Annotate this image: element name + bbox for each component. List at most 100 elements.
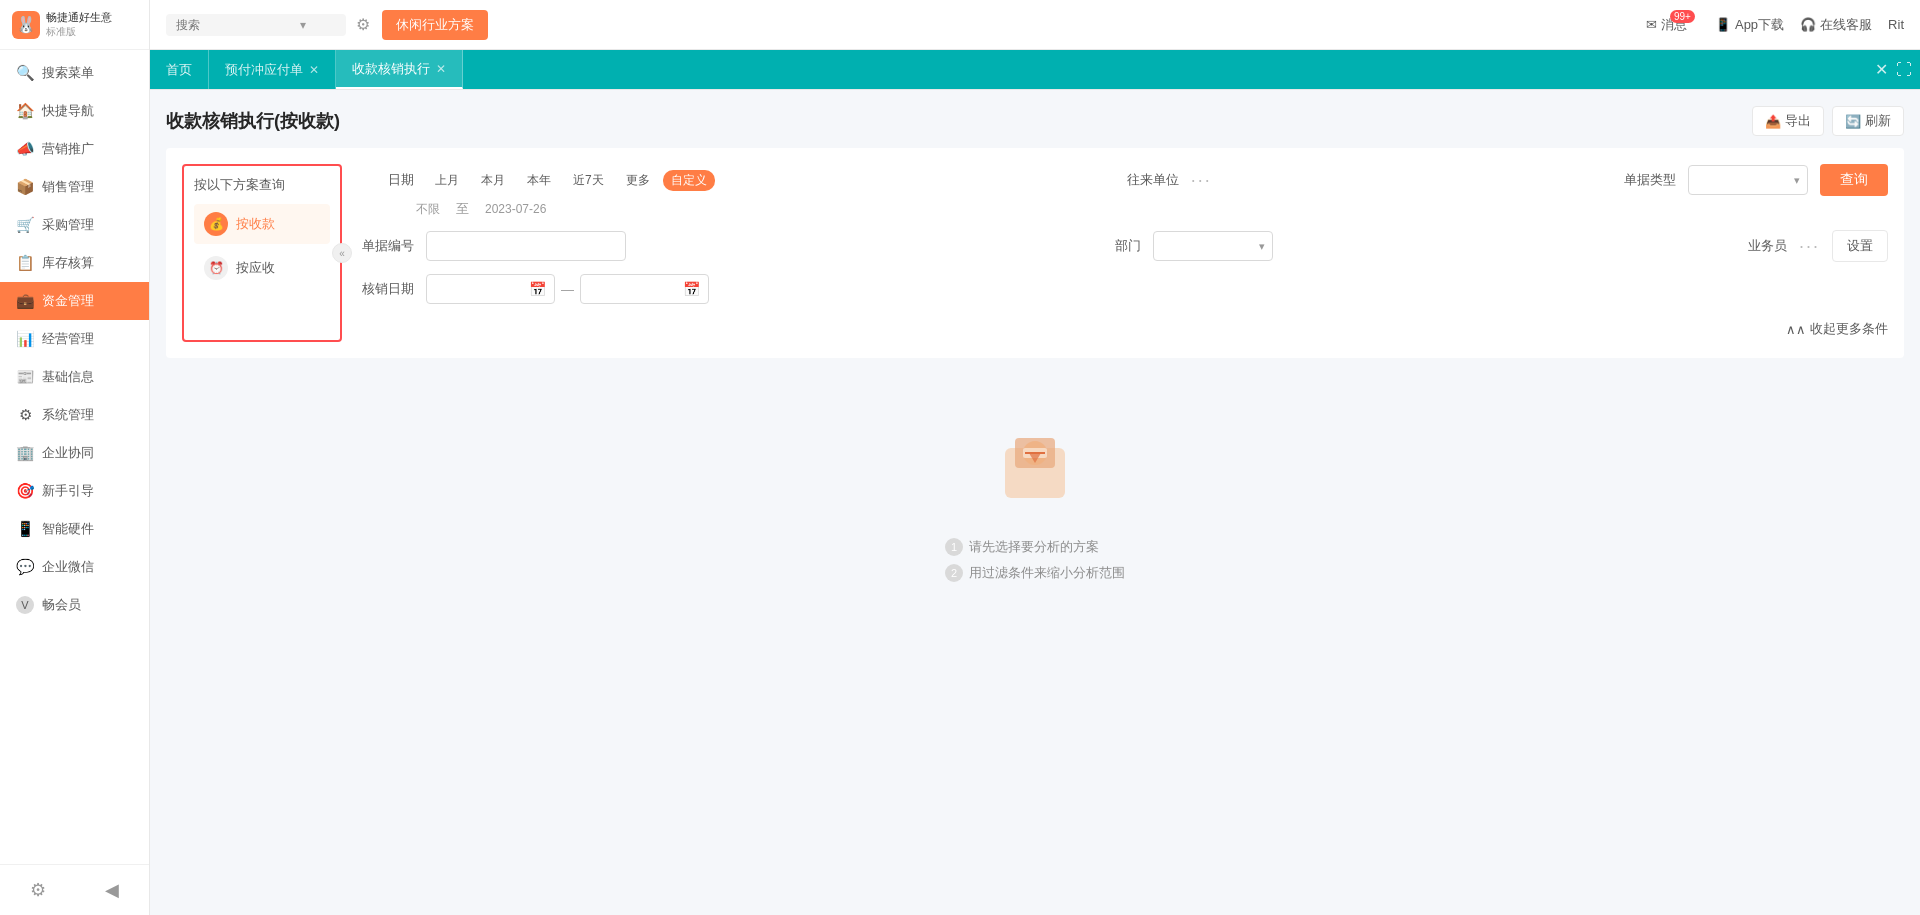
verification-date-to-input[interactable]: 2023-07-21 [589,282,679,297]
sidebar-item-marketing[interactable]: 📣 营销推广 [0,130,149,168]
document-type-select[interactable] [1688,165,1808,195]
export-icon: 📤 [1765,114,1781,129]
date-btn-7days[interactable]: 近7天 [564,169,613,192]
verification-date-group: 2023-03-01 📅 — 2023-07-21 📅 [426,274,709,304]
query-type-by-receipt[interactable]: 💰 按收款 [194,204,330,244]
verification-date-from-field[interactable]: 2023-03-01 📅 [426,274,555,304]
tab-collection[interactable]: 收款核销执行 ✕ [336,50,463,89]
document-number-input[interactable] [426,231,626,261]
tab-close-btn[interactable]: ✕ [1875,60,1888,79]
tab-prepay[interactable]: 预付冲应付单 ✕ [209,50,336,89]
receipt-label: 按收款 [236,215,275,233]
calendar-from-icon[interactable]: 📅 [529,281,546,297]
department-label: 部门 [1081,237,1141,255]
page-header-actions: 📤 导出 🔄 刷新 [1752,106,1904,136]
query-button[interactable]: 查询 [1820,164,1888,196]
salesperson-dots[interactable]: ··· [1799,236,1820,257]
home-tab-label: 首页 [166,61,192,79]
date-btn-more[interactable]: 更多 [617,169,659,192]
tip-num-2: 2 [945,564,963,582]
chevron-down-icon[interactable]: ▾ [300,18,306,32]
sidebar-label-finance: 资金管理 [42,292,94,310]
header-search-input[interactable] [176,18,296,32]
sidebar-item-system[interactable]: ⚙ 系统管理 [0,396,149,434]
app-download-button[interactable]: 📱 App下载 [1715,16,1784,34]
app-logo: 🐰 畅捷通好生意 标准版 [0,0,149,50]
collection-tab-label: 收款核销执行 [352,60,430,78]
sidebar-label-basic-info: 基础信息 [42,368,94,386]
messages-button[interactable]: ✉ 消息 99+ [1646,16,1687,34]
panel-collapse-btn[interactable]: « [332,243,352,263]
tab-collection-close[interactable]: ✕ [436,62,446,76]
empty-tips: 1 请先选择要分析的方案 2 用过滤条件来缩小分析范围 [945,538,1125,582]
date-btn-custom[interactable]: 自定义 [663,170,715,191]
refresh-label: 刷新 [1865,112,1891,130]
verification-date-to-field[interactable]: 2023-07-21 📅 [580,274,709,304]
sidebar-item-purchase[interactable]: 🛒 采购管理 [0,206,149,244]
finance-icon: 💼 [16,292,34,310]
sidebar-label-vip: 畅会员 [42,596,81,614]
sidebar-label-marketing: 营销推广 [42,140,94,158]
date-btn-this-month[interactable]: 本月 [472,169,514,192]
tip-num-1: 1 [945,538,963,556]
empty-state: 1 请先选择要分析的方案 2 用过滤条件来缩小分析范围 [166,358,1904,642]
prepay-tab-label: 预付冲应付单 [225,61,303,79]
sidebar-item-operations[interactable]: 📊 经营管理 [0,320,149,358]
collapse-more-btn[interactable]: ∧∧ 收起更多条件 [354,316,1888,342]
sidebar-label-purchase: 采购管理 [42,216,94,234]
settings-button[interactable]: 设置 [1832,230,1888,262]
sidebar-item-vip[interactable]: V 畅会员 [0,586,149,624]
date-no-limit: 不限 [416,201,440,218]
date-btn-last-month[interactable]: 上月 [426,169,468,192]
refresh-button[interactable]: 🔄 刷新 [1832,106,1904,136]
online-service-button[interactable]: 🎧 在线客服 [1800,16,1872,34]
header-gear-icon[interactable]: ⚙ [356,15,370,34]
operations-icon: 📊 [16,330,34,348]
tab-expand-btn[interactable]: ⛶ [1896,61,1912,79]
sidebar-item-search[interactable]: 🔍 搜索菜单 [0,54,149,92]
sidebar-label-wechat: 企业微信 [42,558,94,576]
system-icon: ⚙ [16,406,34,424]
tip-text-1: 请先选择要分析的方案 [969,538,1099,556]
sidebar-item-sales[interactable]: 📦 销售管理 [0,168,149,206]
user-profile[interactable]: Rit [1888,17,1904,32]
filter-panel: 日期 上月 本月 本年 近7天 更多 自定义 往来单位 ··· 单据类型 [354,164,1888,342]
export-button[interactable]: 📤 导出 [1752,106,1824,136]
export-label: 导出 [1785,112,1811,130]
sidebar-item-guide[interactable]: 🎯 新手引导 [0,472,149,510]
query-type-by-receivable[interactable]: ⏰ 按应收 [194,248,330,288]
sidebar-item-inventory[interactable]: 📋 库存核算 [0,244,149,282]
document-type-select-wrapper [1688,165,1808,195]
verification-date-from-input[interactable]: 2023-03-01 [435,282,525,297]
date-btn-this-year[interactable]: 本年 [518,169,560,192]
tip-text-2: 用过滤条件来缩小分析范围 [969,564,1125,582]
solution-button[interactable]: 休闲行业方案 [382,10,488,40]
sidebar-item-quick-nav[interactable]: 🏠 快捷导航 [0,92,149,130]
app-download-label: App下载 [1735,16,1784,34]
calendar-to-icon[interactable]: 📅 [683,281,700,297]
tab-prepay-close[interactable]: ✕ [309,63,319,77]
tab-actions: ✕ ⛶ [1867,60,1920,79]
date-shortcuts: 上月 本月 本年 近7天 更多 自定义 [426,169,715,192]
sidebar-settings-btn[interactable]: ⚙ [22,875,54,905]
department-select[interactable] [1153,231,1273,261]
service-icon: 🎧 [1800,17,1816,32]
sidebar-item-finance[interactable]: 💼 资金管理 [0,282,149,320]
sidebar-item-basic-info[interactable]: 📰 基础信息 [0,358,149,396]
filter-row-3: 核销日期 2023-03-01 📅 — 2023-07-21 📅 [354,274,1888,304]
sidebar-item-wechat[interactable]: 💬 企业微信 [0,548,149,586]
trading-partner-dots[interactable]: ··· [1191,170,1212,191]
purchase-icon: 🛒 [16,216,34,234]
sidebar-collapse-btn[interactable]: ◀ [97,875,127,905]
sidebar-label-operations: 经营管理 [42,330,94,348]
department-select-wrapper [1153,231,1273,261]
sidebar-item-hardware[interactable]: 📱 智能硬件 [0,510,149,548]
header-actions: ✉ 消息 99+ 📱 App下载 🎧 在线客服 Rit [1646,16,1904,34]
sidebar-nav: 🔍 搜索菜单 🏠 快捷导航 📣 营销推广 📦 销售管理 🛒 采购管理 📋 库存核… [0,50,149,864]
app-icon: 📱 [1715,17,1731,32]
app-name: 畅捷通好生意 [46,10,112,24]
guide-icon: 🎯 [16,482,34,500]
tab-home[interactable]: 首页 [150,50,209,89]
sidebar-item-enterprise[interactable]: 🏢 企业协同 [0,434,149,472]
header-search-area[interactable]: ▾ [166,14,346,36]
